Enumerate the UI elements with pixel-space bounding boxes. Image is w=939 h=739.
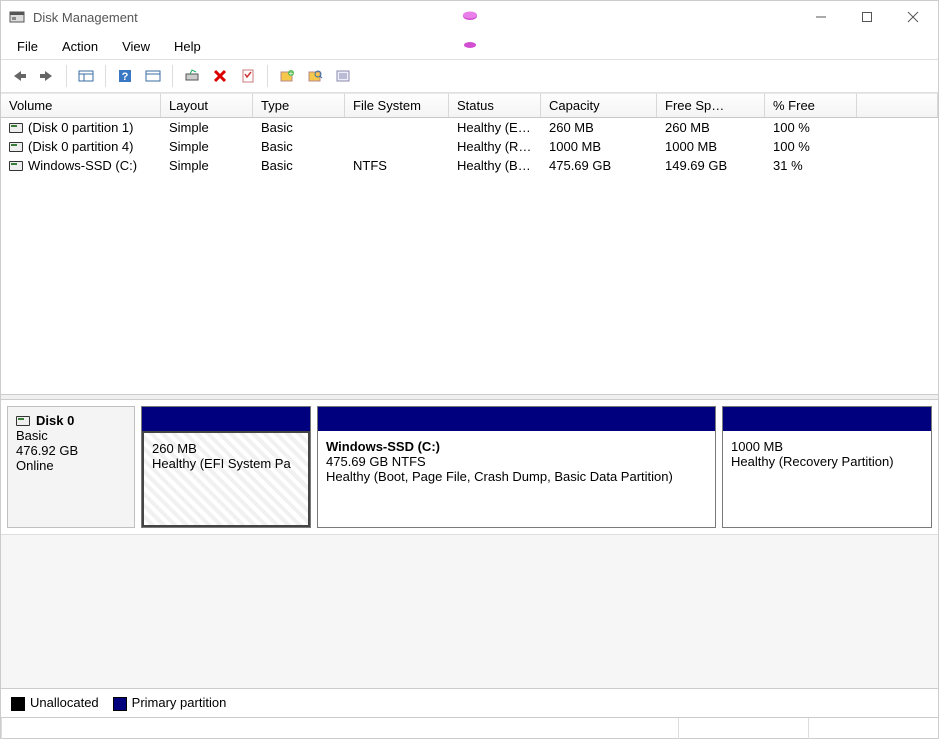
disk-icon (16, 416, 30, 426)
volume-type: Basic (253, 118, 345, 137)
volume-icon (9, 161, 23, 171)
volume-list[interactable]: (Disk 0 partition 1) Simple Basic Health… (1, 118, 938, 394)
partition-size: 260 MB (152, 441, 300, 456)
volume-status: Healthy (E… (449, 118, 541, 137)
volume-fs: NTFS (345, 156, 449, 175)
partition-block[interactable]: 260 MB Healthy (EFI System Pa (141, 406, 311, 528)
partition-header-bar (723, 407, 931, 431)
partition-status: Healthy (Boot, Page File, Crash Dump, Ba… (326, 469, 707, 484)
volume-capacity: 260 MB (541, 118, 657, 137)
window-title: Disk Management (33, 10, 138, 25)
maximize-button[interactable] (844, 1, 890, 33)
close-button[interactable] (890, 1, 936, 33)
decorative-badge-small-icon (463, 38, 477, 53)
partition-name: Windows-SSD (C:) (326, 439, 707, 454)
partition-block[interactable]: Windows-SSD (C:) 475.69 GB NTFS Healthy … (317, 406, 716, 528)
disk-graphical-view: Disk 0 Basic 476.92 GB Online 260 MB Hea… (1, 400, 938, 534)
partition-block[interactable]: 1000 MB Healthy (Recovery Partition) (722, 406, 932, 528)
legend: Unallocated Primary partition (1, 688, 938, 717)
partition-header-bar (318, 407, 715, 431)
legend-swatch-primary (113, 697, 127, 711)
volume-fs (345, 118, 449, 137)
volume-pct: 100 % (765, 137, 857, 156)
disk-partition-map: 260 MB Healthy (EFI System Pa Windows-SS… (141, 406, 932, 528)
disk-label: Disk 0 (36, 413, 74, 428)
menubar: File Action View Help (1, 33, 938, 59)
volume-name: (Disk 0 partition 1) (28, 120, 133, 135)
new-icon[interactable]: + (275, 64, 299, 88)
partition-header-bar (142, 407, 310, 431)
disk-info-panel[interactable]: Disk 0 Basic 476.92 GB Online (7, 406, 135, 528)
menu-action[interactable]: Action (52, 37, 108, 56)
disk-type: Basic (16, 428, 126, 443)
menu-file[interactable]: File (7, 37, 48, 56)
col-spacer (857, 93, 938, 117)
volume-pct: 100 % (765, 118, 857, 137)
empty-area (1, 534, 938, 688)
show-hide-tree-button[interactable] (74, 64, 98, 88)
volume-list-header: Volume Layout Type File System Status Ca… (1, 93, 938, 118)
volume-name: (Disk 0 partition 4) (28, 139, 133, 154)
volume-icon (9, 123, 23, 133)
legend-swatch-unallocated (11, 697, 25, 711)
menu-help[interactable]: Help (164, 37, 211, 56)
volume-type: Basic (253, 137, 345, 156)
settings-button[interactable] (141, 64, 165, 88)
volume-row[interactable]: (Disk 0 partition 4) Simple Basic Health… (1, 137, 938, 156)
disk-state: Online (16, 458, 126, 473)
volume-pct: 31 % (765, 156, 857, 175)
minimize-button[interactable] (798, 1, 844, 33)
volume-type: Basic (253, 156, 345, 175)
volume-status: Healthy (R… (449, 137, 541, 156)
col-filesystem[interactable]: File System (345, 93, 449, 117)
svg-text:?: ? (122, 71, 129, 83)
partition-status: Healthy (EFI System Pa (152, 456, 300, 471)
legend-unallocated: Unallocated (30, 695, 99, 710)
titlebar: Disk Management (1, 1, 938, 33)
list-icon[interactable] (331, 64, 355, 88)
volume-free: 149.69 GB (657, 156, 765, 175)
col-volume[interactable]: Volume (1, 93, 161, 117)
volume-layout: Simple (161, 156, 253, 175)
forward-button[interactable] (35, 64, 59, 88)
volume-status: Healthy (B… (449, 156, 541, 175)
toolbar: ? + (1, 59, 938, 93)
decorative-badge-icon (462, 10, 478, 25)
volume-name: Windows-SSD (C:) (28, 158, 137, 173)
menu-view[interactable]: View (112, 37, 160, 56)
partition-size: 475.69 GB NTFS (326, 454, 707, 469)
volume-layout: Simple (161, 137, 253, 156)
volume-row[interactable]: Windows-SSD (C:) Simple Basic NTFS Healt… (1, 156, 938, 175)
volume-fs (345, 137, 449, 156)
col-layout[interactable]: Layout (161, 93, 253, 117)
help-button[interactable]: ? (113, 64, 137, 88)
col-status[interactable]: Status (449, 93, 541, 117)
partition-size: 1000 MB (731, 439, 923, 454)
col-type[interactable]: Type (253, 93, 345, 117)
col-pctfree[interactable]: % Free (765, 93, 857, 117)
volume-capacity: 1000 MB (541, 137, 657, 156)
delete-icon[interactable] (208, 64, 232, 88)
find-icon[interactable] (303, 64, 327, 88)
statusbar (1, 717, 938, 739)
volume-row[interactable]: (Disk 0 partition 1) Simple Basic Health… (1, 118, 938, 137)
back-button[interactable] (7, 64, 31, 88)
col-freespace[interactable]: Free Sp… (657, 93, 765, 117)
properties-icon[interactable] (236, 64, 260, 88)
disk-size: 476.92 GB (16, 443, 126, 458)
volume-icon (9, 142, 23, 152)
svg-text:+: + (289, 69, 294, 78)
refresh-button[interactable] (180, 64, 204, 88)
volume-layout: Simple (161, 118, 253, 137)
col-capacity[interactable]: Capacity (541, 93, 657, 117)
volume-free: 1000 MB (657, 137, 765, 156)
volume-free: 260 MB (657, 118, 765, 137)
partition-status: Healthy (Recovery Partition) (731, 454, 923, 469)
volume-capacity: 475.69 GB (541, 156, 657, 175)
legend-primary: Primary partition (132, 695, 227, 710)
app-icon (9, 9, 25, 25)
